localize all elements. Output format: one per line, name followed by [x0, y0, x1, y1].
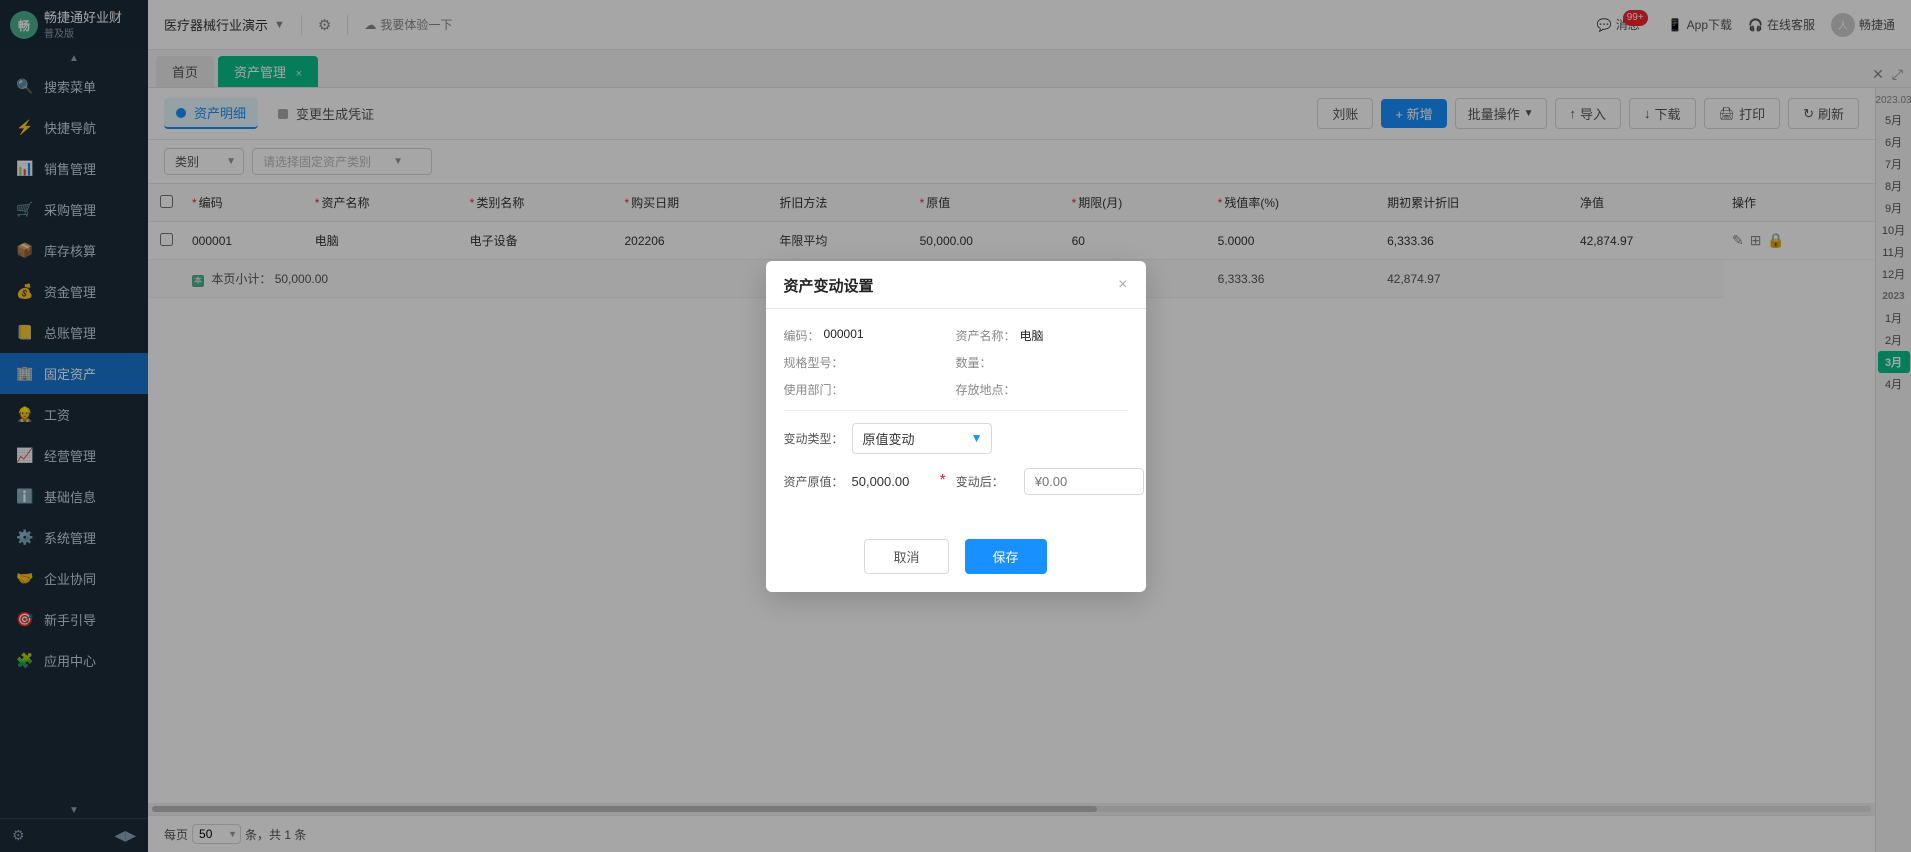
- modal-quantity-label: 数量：: [956, 354, 992, 371]
- modal-title: 资产变动设置: [784, 275, 874, 296]
- modal-asset-name-label: 资产名称：: [956, 327, 1016, 344]
- modal-info-row-3: 使用部门： 存放地点：: [784, 381, 1128, 398]
- modal-code-value: 000001: [824, 327, 864, 344]
- modal-change-type-row: 变动类型： 原值变动 ▼: [784, 423, 1128, 454]
- modal-asset-original-value: 50,000.00: [852, 474, 932, 489]
- modal-location-label: 存放地点：: [956, 381, 1016, 398]
- modal-change-type-value: 原值变动: [863, 429, 915, 448]
- modal-asset-name-item: 资产名称： 电脑: [956, 327, 1128, 344]
- modal-close-icon[interactable]: ×: [1118, 276, 1127, 294]
- modal-after-change-label: 变动后：: [956, 473, 1016, 490]
- modal-info-row-2: 规格型号： 数量：: [784, 354, 1128, 371]
- modal-body: 编码： 000001 资产名称： 电脑 规格型号： 数量：: [766, 309, 1146, 527]
- modal-amount-row: 资产原值： 50,000.00 * 变动后：: [784, 468, 1128, 495]
- modal-code-label: 编码：: [784, 327, 820, 344]
- modal-cancel-btn[interactable]: 取消: [864, 539, 948, 574]
- modal-header: 资产变动设置 ×: [766, 261, 1146, 309]
- modal-asset-name-value: 电脑: [1020, 327, 1044, 344]
- modal-info-row-1: 编码： 000001 资产名称： 电脑: [784, 327, 1128, 344]
- required-star: *: [940, 472, 946, 490]
- modal-overlay[interactable]: 资产变动设置 × 编码： 000001 资产名称： 电脑 规格型号：: [0, 0, 1911, 852]
- modal-divider: [784, 410, 1128, 411]
- change-type-chevron-icon: ▼: [971, 431, 983, 445]
- modal-asset-original-label: 资产原值：: [784, 473, 844, 490]
- modal-after-change-input[interactable]: [1024, 468, 1144, 495]
- modal-department-label: 使用部门：: [784, 381, 844, 398]
- modal-save-btn[interactable]: 保存: [965, 539, 1047, 574]
- modal-department-item: 使用部门：: [784, 381, 956, 398]
- modal-footer: 取消 保存: [766, 527, 1146, 592]
- modal-spec-label: 规格型号：: [784, 354, 844, 371]
- modal-location-item: 存放地点：: [956, 381, 1128, 398]
- modal-quantity-item: 数量：: [956, 354, 1128, 371]
- modal-change-type-select[interactable]: 原值变动 ▼: [852, 423, 992, 454]
- modal-spec-item: 规格型号：: [784, 354, 956, 371]
- modal-change-type-label: 变动类型：: [784, 430, 844, 447]
- asset-change-modal: 资产变动设置 × 编码： 000001 资产名称： 电脑 规格型号：: [766, 261, 1146, 592]
- modal-code-item: 编码： 000001: [784, 327, 956, 344]
